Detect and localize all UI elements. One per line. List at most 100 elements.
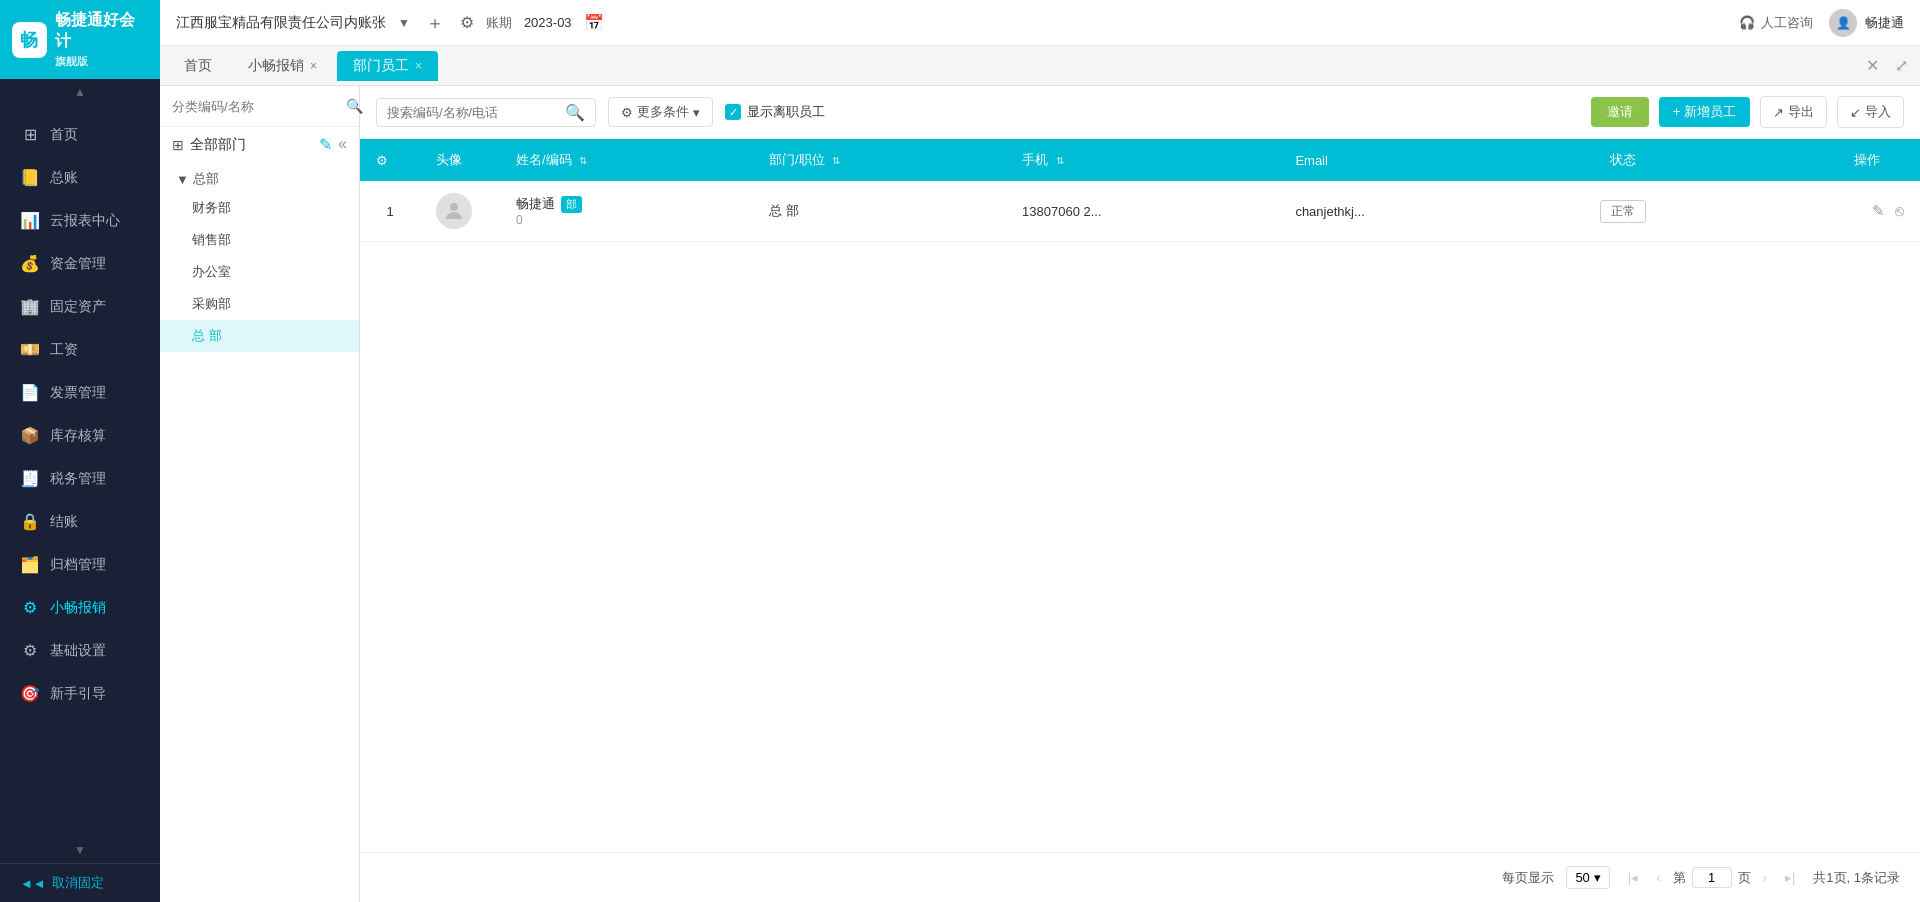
sidebar-item-reports[interactable]: 📊 云报表中心 [0,199,160,242]
company-dropdown-icon[interactable]: ▼ [398,16,410,30]
sidebar-item-archive[interactable]: 🗂️ 归档管理 [0,543,160,586]
capital-icon: 💰 [20,254,40,273]
guide-icon: 🎯 [20,684,40,703]
dept-item-caiwu[interactable]: 财务部 [160,192,359,224]
first-page-btn[interactable]: |◂ [1622,868,1644,887]
sidebar-item-inventory[interactable]: 📦 库存核算 [0,414,160,457]
export-button[interactable]: ↗ 导出 [1760,96,1827,128]
next-page-btn[interactable]: › [1757,868,1773,887]
prev-page-btn[interactable]: ‹ [1650,868,1666,887]
dept-item-caigou[interactable]: 采购部 [160,288,359,320]
toolbar-search-box[interactable]: 🔍 [376,98,596,127]
salary-icon: 💴 [20,340,40,359]
cancel-pin-btn[interactable]: ◄◄ 取消固定 [0,863,160,902]
show-resigned-checkbox[interactable]: ✓ [725,104,741,120]
settings-col-icon[interactable]: ⚙ [376,153,388,168]
import-icon: ↙ [1850,105,1861,120]
root-label-text: 总部 [193,170,219,188]
per-page-value: 50 [1575,870,1589,885]
logo-icon: 畅 [12,22,47,58]
tab-dept-emp[interactable]: 部门员工 × [337,51,438,81]
tax-icon: 🧾 [20,469,40,488]
sidebar-item-label: 结账 [50,513,78,531]
calendar-icon[interactable]: 📅 [584,13,604,32]
user-area[interactable]: 👤 畅捷通 [1829,9,1904,37]
page-number-input[interactable] [1692,867,1732,888]
sidebar-logo: 畅 畅捷通好会计 旗舰版 [0,0,160,79]
sidebar-item-ledger[interactable]: 📒 总账 [0,156,160,199]
sidebar-item-label: 首页 [50,126,78,144]
row-dept: 总 部 [753,181,1006,242]
table: ⚙ 头像 姓名/编码 ⇅ 部门/职位 ⇅ [360,139,1920,242]
row-seq: 1 [360,181,420,242]
last-page-btn[interactable]: ▸| [1779,868,1801,887]
fullscreen-btn[interactable]: ⤢ [1891,52,1912,79]
per-page-label: 每页显示 [1502,869,1554,887]
dept-edit-btn[interactable]: ✎ [319,135,332,154]
tab-expense[interactable]: 小畅报销 × [232,51,333,81]
per-page-select[interactable]: 50 ▾ [1566,866,1609,889]
sidebar-item-close[interactable]: 🔒 结账 [0,500,160,543]
export-label: 导出 [1788,103,1814,121]
col-status: 状态 [1528,139,1719,181]
dept-search-input[interactable] [172,99,340,114]
dept-list-header: ⊞ 全部部门 ✎ « [160,127,359,162]
col-phone[interactable]: 手机 ⇅ [1006,139,1279,181]
expense-icon: ⚙ [20,598,40,617]
toolbar-right: 邀请 + 新增员工 ↗ 导出 ↙ 导入 [1591,96,1904,128]
col-name-code[interactable]: 姓名/编码 ⇅ [500,139,753,181]
scroll-up-btn[interactable]: ▲ [66,83,94,101]
edit-employee-btn[interactable]: ✎ [1872,202,1885,220]
sidebar-item-settings[interactable]: ⚙ 基础设置 [0,629,160,672]
dept-actions: ✎ « [319,135,347,154]
sidebar-item-assets[interactable]: 🏢 固定资产 [0,285,160,328]
dept-item-zongbu[interactable]: 总 部 [160,320,359,352]
tab-dept-emp-label: 部门员工 [353,57,409,75]
company-settings-btn[interactable]: ⚙ [460,13,474,32]
dept-collapse-btn[interactable]: « [338,135,347,154]
scroll-down-btn[interactable]: ▼ [66,841,94,859]
filter-more-btn[interactable]: ⚙ 更多条件 ▾ [608,97,713,127]
consultation-label: 人工咨询 [1761,14,1813,32]
import-button[interactable]: ↙ 导入 [1837,96,1904,128]
import-label: 导入 [1865,103,1891,121]
dept-item-bangong[interactable]: 办公室 [160,256,359,288]
add-employee-button[interactable]: + 新增员工 [1659,97,1750,127]
left-panel-search-area: 🔍 [160,86,359,127]
tab-expense-close[interactable]: × [310,59,317,73]
sidebar-item-label: 总账 [50,169,78,187]
sidebar-item-invoice[interactable]: 📄 发票管理 [0,371,160,414]
sidebar-item-label: 新手引导 [50,685,106,703]
sidebar-item-capital[interactable]: 💰 资金管理 [0,242,160,285]
invite-button[interactable]: 邀请 [1591,97,1649,127]
action-buttons: ✎ ⎋ [1735,202,1904,220]
row-status: 正常 [1528,181,1719,242]
close-tab-btn[interactable]: ✕ [1862,52,1883,79]
col-dept-pos[interactable]: 部门/职位 ⇅ [753,139,1006,181]
left-panel: 🔍 ⊞ 全部部门 ✎ « ▼ 总部 财务部 销售部 办公室 [160,86,360,902]
row-actions: ✎ ⎋ [1719,181,1920,242]
period-value: 2023-03 [524,15,572,30]
consultation-btn[interactable]: 🎧 人工咨询 [1739,14,1813,32]
export-icon: ↗ [1773,105,1784,120]
add-company-btn[interactable]: ＋ [422,7,448,39]
sidebar-item-tax[interactable]: 🧾 税务管理 [0,457,160,500]
sidebar-item-salary[interactable]: 💴 工资 [0,328,160,371]
tab-home[interactable]: 首页 [168,51,228,81]
dept-item-xiaoshou[interactable]: 销售部 [160,224,359,256]
period-label: 账期 [486,14,512,32]
col-seq: ⚙ [360,139,420,181]
row-avatar-cell [420,181,500,242]
sidebar-item-expense[interactable]: ⚙ 小畅报销 [0,586,160,629]
sidebar-item-home[interactable]: ⊞ 首页 [0,113,160,156]
sidebar-item-label: 归档管理 [50,556,106,574]
sidebar-item-label: 固定资产 [50,298,106,316]
tab-dept-emp-close[interactable]: × [415,59,422,73]
scroll-up-indicator: ▲ [0,79,160,105]
show-resigned-toggle[interactable]: ✓ 显示离职员工 [725,103,825,121]
employee-search-icon[interactable]: 🔍 [565,103,585,122]
employee-search-input[interactable] [387,105,559,120]
sidebar-item-guide[interactable]: 🎯 新手引导 [0,672,160,715]
delete-employee-btn[interactable]: ⎋ [1895,202,1904,220]
page-unit: 页 [1738,869,1751,887]
